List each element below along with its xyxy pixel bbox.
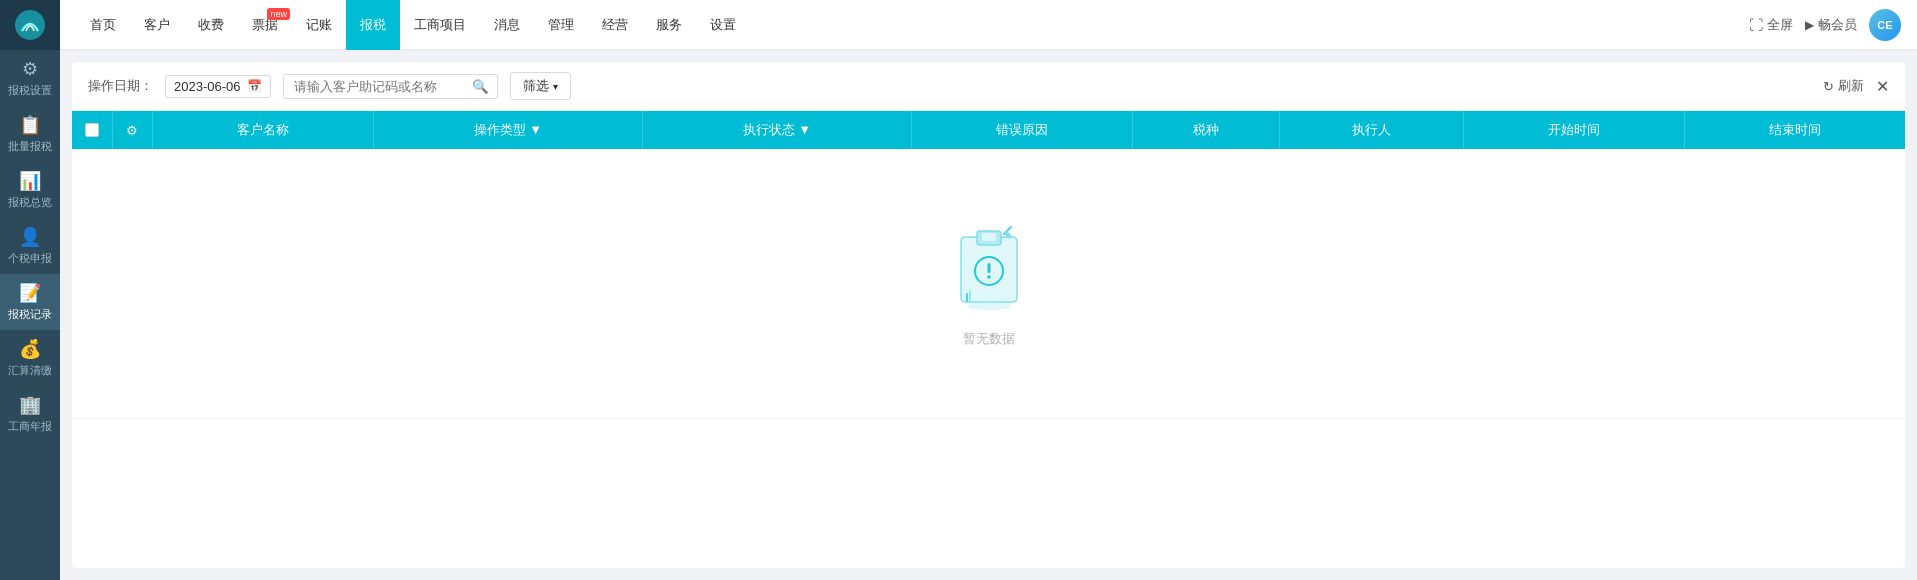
empty-text: 暂无数据 [963, 330, 1015, 348]
sidebar-item-label: 报税设置 [8, 83, 52, 98]
nav-baoshui[interactable]: 报税 [346, 0, 400, 50]
nav-xiaoxi[interactable]: 消息 [480, 0, 534, 50]
user-avatar[interactable]: CE [1869, 9, 1901, 41]
date-value: 2023-06-06 [174, 79, 241, 94]
nav-home[interactable]: 首页 [76, 0, 130, 50]
topnav-right: ⛶ 全屏 ▶ 畅会员 CE [1749, 9, 1901, 41]
nav-jizhang[interactable]: 记账 [292, 0, 346, 50]
sidebar-item-label: 工商年报 [8, 419, 52, 434]
play-icon: ▶ [1805, 18, 1814, 32]
chevron-down-icon: ▾ [553, 81, 558, 92]
sidebar-item-label: 个税申报 [8, 251, 52, 266]
fullscreen-button[interactable]: ⛶ 全屏 [1749, 16, 1793, 34]
search-input[interactable] [284, 75, 464, 98]
refresh-button[interactable]: ↻ 刷新 [1823, 77, 1864, 95]
close-button[interactable]: ✕ [1876, 77, 1889, 96]
empty-state-cell: 暂无数据 [72, 149, 1905, 419]
th-tax-type: 税种 [1133, 111, 1280, 149]
table-header-row: ⚙ 客户名称 操作类型 ▼ 执行状态 ▼ [72, 111, 1905, 149]
nav-piaoju[interactable]: 票据 new [238, 0, 292, 50]
content-area: 操作日期： 2023-06-06 📅 🔍 筛选 ▾ ↻ [60, 50, 1917, 580]
th-op-type[interactable]: 操作类型 ▼ [373, 111, 642, 149]
search-button[interactable]: 🔍 [464, 75, 497, 98]
sidebar-item-label: 报税总览 [8, 195, 52, 210]
empty-state: 暂无数据 [84, 159, 1893, 408]
th-checkbox[interactable] [72, 111, 112, 149]
top-navigation: 首页 客户 收费 票据 new 记账 报税 工商项目 消息 [60, 0, 1917, 50]
app-logo[interactable] [0, 0, 60, 50]
refresh-icon: ↻ [1823, 79, 1834, 94]
search-icon: 🔍 [472, 79, 489, 94]
sidebar-item-gongshang-nianbao[interactable]: 🏢 工商年报 [0, 386, 60, 442]
th-start-time: 开始时间 [1463, 111, 1684, 149]
th-settings[interactable]: ⚙ [112, 111, 152, 149]
page-content: 操作日期： 2023-06-06 📅 🔍 筛选 ▾ ↻ [60, 50, 1917, 580]
nav-jingying[interactable]: 经营 [588, 0, 642, 50]
sidebar-item-geshuishenb[interactable]: 👤 个税申报 [0, 218, 60, 274]
svg-rect-3 [982, 233, 996, 241]
svg-point-6 [987, 275, 991, 279]
annual-report-icon: 🏢 [19, 394, 41, 416]
date-picker[interactable]: 2023-06-06 📅 [165, 75, 271, 98]
settlement-icon: 💰 [19, 338, 41, 360]
record-icon: 📝 [19, 282, 41, 304]
th-customer-name: 客户名称 [152, 111, 373, 149]
date-label: 操作日期： [88, 77, 153, 95]
nav-items: 首页 客户 收费 票据 new 记账 报税 工商项目 消息 [76, 0, 1749, 50]
nav-fuwu[interactable]: 服务 [642, 0, 696, 50]
toolbar: 操作日期： 2023-06-06 📅 🔍 筛选 ▾ ↻ [72, 62, 1905, 111]
sidebar-item-label: 汇算清缴 [8, 363, 52, 378]
select-all-checkbox[interactable] [85, 123, 99, 137]
svg-point-9 [967, 302, 1011, 310]
sidebar: ⚙ 报税设置 📋 批量报税 📊 报税总览 👤 个税申报 📝 报税记录 💰 汇算清… [0, 0, 60, 580]
sidebar-item-huisuan-jiaona[interactable]: 💰 汇算清缴 [0, 330, 60, 386]
main-area: 首页 客户 收费 票据 new 记账 报税 工商项目 消息 [60, 0, 1917, 580]
nav-gongshang[interactable]: 工商项目 [400, 0, 480, 50]
filter-button[interactable]: 筛选 ▾ [510, 72, 571, 100]
new-badge: new [267, 8, 290, 20]
empty-illustration [949, 219, 1029, 314]
sidebar-item-label: 批量报税 [8, 139, 52, 154]
sidebar-item-baoshui-zonlan[interactable]: 📊 报税总览 [0, 162, 60, 218]
calendar-icon: 📅 [247, 79, 262, 93]
svg-rect-5 [987, 263, 990, 273]
settings-col-icon: ⚙ [126, 123, 138, 138]
sidebar-item-baoshui-shezhi[interactable]: ⚙ 报税设置 [0, 50, 60, 106]
nav-shoufei[interactable]: 收费 [184, 0, 238, 50]
sidebar-item-label: 报税记录 [8, 307, 52, 322]
th-exec-status[interactable]: 执行状态 ▼ [642, 111, 911, 149]
fullscreen-icon: ⛶ [1749, 17, 1763, 33]
sidebar-item-piliang-baoshui[interactable]: 📋 批量报税 [0, 106, 60, 162]
empty-state-row: 暂无数据 [72, 149, 1905, 419]
th-end-time: 结束时间 [1685, 111, 1905, 149]
search-box: 🔍 [283, 74, 498, 99]
settings-icon: ⚙ [22, 58, 38, 80]
nav-shezhi[interactable]: 设置 [696, 0, 750, 50]
sidebar-item-baoshui-jilu[interactable]: 📝 报税记录 [0, 274, 60, 330]
batch-tax-icon: 📋 [19, 114, 41, 136]
th-error-reason: 错误原因 [911, 111, 1132, 149]
data-table: ⚙ 客户名称 操作类型 ▼ 执行状态 ▼ [72, 111, 1905, 419]
personal-tax-icon: 👤 [19, 226, 41, 248]
nav-guanli[interactable]: 管理 [534, 0, 588, 50]
member-button[interactable]: ▶ 畅会员 [1805, 16, 1857, 34]
overview-icon: 📊 [19, 170, 41, 192]
th-executor: 执行人 [1279, 111, 1463, 149]
table-container: ⚙ 客户名称 操作类型 ▼ 执行状态 ▼ [72, 111, 1905, 568]
nav-customer[interactable]: 客户 [130, 0, 184, 50]
